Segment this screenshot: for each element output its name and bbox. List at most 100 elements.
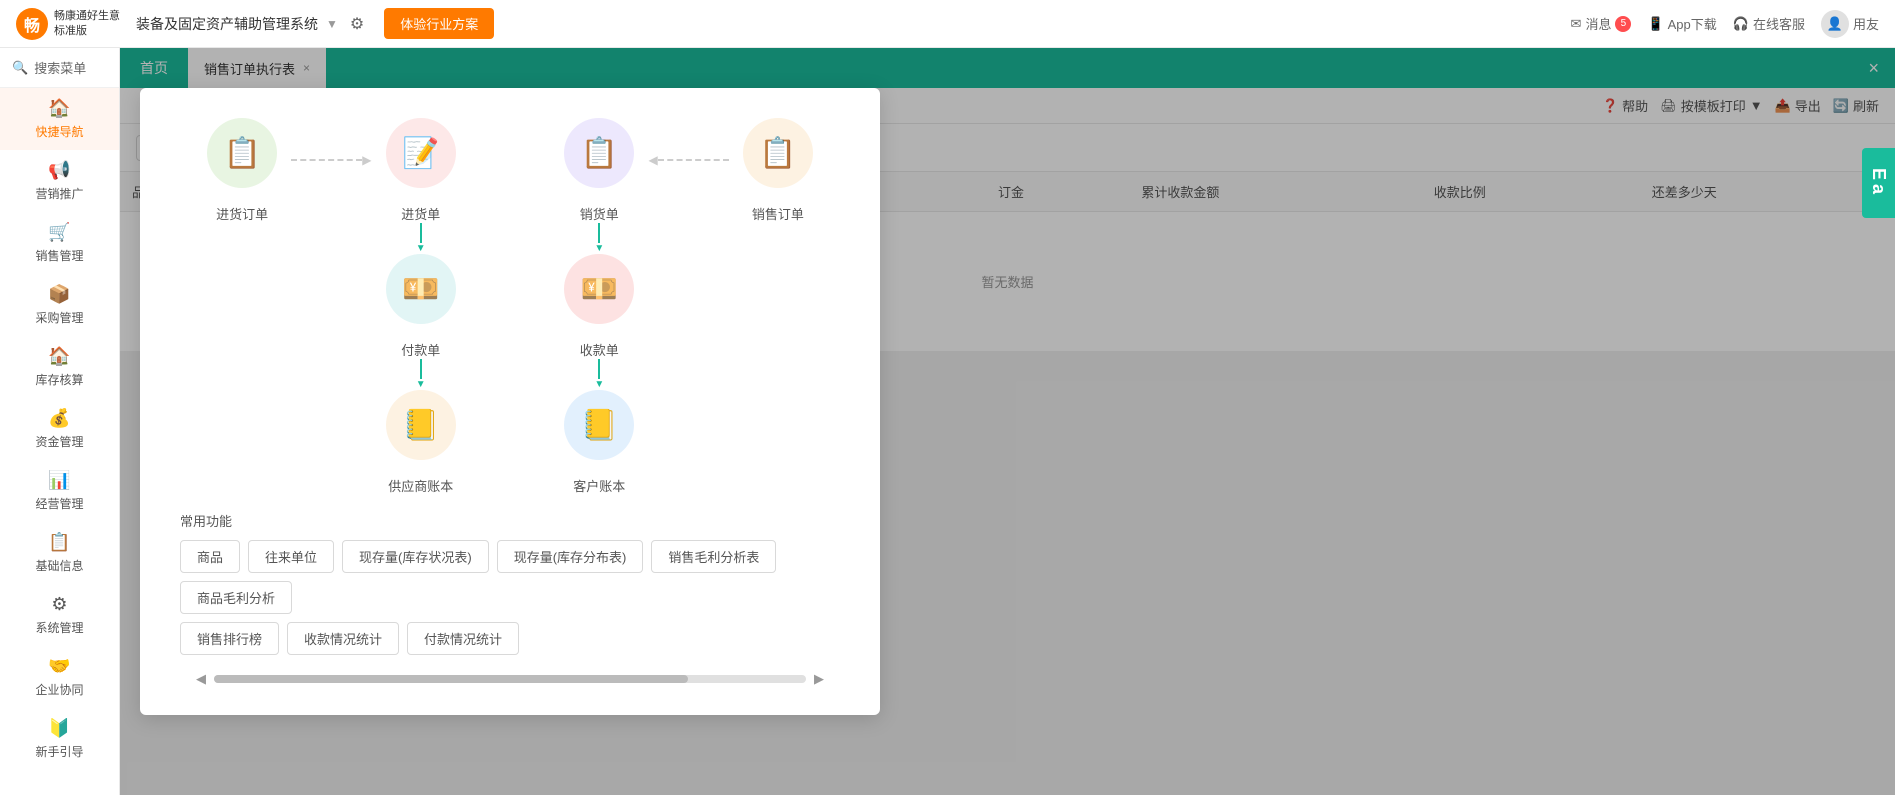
sidebar-item-purchase[interactable]: 📦 采购管理 (0, 274, 119, 336)
supplier-ledger-icon: 📒 (402, 408, 439, 443)
content-area: 首页 销售订单执行表 × × ❓ 帮助 🖨 按模板打印 ▼ 📤 导出 (120, 48, 1895, 795)
quick-nav-icon: 🏠 (48, 98, 70, 119)
system-title: 装备及固定资产辅助管理系统 (136, 14, 318, 34)
sale-bill-icon: 📋 (581, 136, 618, 171)
enterprise-icon: 🤝 (48, 656, 70, 677)
func-btn-stock-dist[interactable]: 现存量(库存分布表) (497, 540, 644, 573)
flow-node-receipt: 💴 收款单 (564, 254, 634, 359)
logo-icon: 畅 (16, 8, 48, 40)
func-btn-receipt-stats[interactable]: 收款情况统计 (287, 622, 399, 655)
sidebar-item-quick-nav[interactable]: 🏠 快捷导航 (0, 88, 119, 150)
sidebar-item-sales[interactable]: 🛒 销售管理 (0, 212, 119, 274)
purchase-order-icon: 📋 (223, 136, 260, 171)
sp3 (470, 359, 550, 390)
arrow-down-sale-bill: ▼ (564, 223, 634, 254)
sidebar-item-enterprise[interactable]: 🤝 企业协同 (0, 646, 119, 708)
receipt-icon-wrap: 💴 (564, 254, 634, 324)
basic-icon: 📋 (48, 532, 70, 553)
sidebar-item-system[interactable]: ⚙ 系统管理 (0, 584, 119, 646)
system-icon: ⚙ (51, 594, 67, 615)
marketing-icon: 📢 (48, 160, 70, 181)
avatar: 👤 (1821, 10, 1849, 38)
sale-bill-label: 销货单 (580, 204, 619, 223)
scroll-track[interactable] (214, 675, 806, 683)
sidebar-item-finance[interactable]: 💰 资金管理 (0, 398, 119, 460)
supplier-ledger-icon-wrap: 📒 (386, 390, 456, 460)
sale-order-icon: 📋 (759, 136, 796, 171)
settings-icon[interactable]: ⚙ (350, 14, 364, 34)
payment-label: 付款单 (401, 340, 440, 359)
flow-node-sale-bill: 📋 销货单 (564, 118, 634, 223)
sp5 (743, 359, 813, 390)
payment-icon-wrap: 💴 (386, 254, 456, 324)
modal-content: 📋 进货订单 ▶ 📝 (140, 88, 880, 715)
arrow-down-icon3: ▼ (416, 379, 426, 390)
purchase-bill-icon: 📝 (402, 136, 439, 171)
arrow-down-icon1: ▼ (416, 243, 426, 254)
flow-node-purchase-order: 📋 进货订单 (207, 118, 277, 223)
arrow-left-icon: ◀ (649, 153, 658, 167)
func-buttons-row2: 销售排行榜 收款情况统计 付款情况统计 (180, 622, 840, 655)
arrow-sale-order-to-bill: ◀ (649, 153, 729, 167)
logo-area: 畅 畅康通好生意 标准版 (16, 8, 136, 40)
sidebar: 🔍 搜索菜单 🏠 快捷导航 📢 营销推广 🛒 销售管理 📦 采购管理 🏠 库存核… (0, 48, 120, 795)
arrow-purchase-to-bill: ▶ (291, 153, 371, 167)
spacer1 (207, 223, 277, 254)
operation-icon: 📊 (48, 470, 70, 491)
newbie-icon: 🔰 (48, 718, 70, 739)
common-functions: 常用功能 商品 往来单位 现存量(库存状况表) 现存量(库存分布表) 销售毛利分… (180, 511, 840, 655)
spacer2 (291, 223, 371, 254)
online-service-btn[interactable]: 🎧 在线客服 (1733, 14, 1805, 33)
customer-ledger-icon: 📒 (581, 408, 618, 443)
arrow-down-payment: ▼ (386, 359, 456, 390)
purchase-order-icon-wrap: 📋 (207, 118, 277, 188)
func-btn-stock-status[interactable]: 现存量(库存状况表) (342, 540, 489, 573)
arrow-down-icon4: ▼ (594, 379, 604, 390)
arrow-right-icon: ▶ (362, 153, 371, 167)
func-btn-product[interactable]: 商品 (180, 540, 240, 573)
payment-icon: 💴 (402, 272, 439, 307)
purchase-order-label: 进货订单 (216, 204, 268, 223)
sale-bill-icon-wrap: 📋 (564, 118, 634, 188)
sale-order-label: 销售订单 (752, 204, 804, 223)
func-btn-gross-profit-analysis[interactable]: 销售毛利分析表 (651, 540, 776, 573)
system-title-area: 装备及固定资产辅助管理系统 ▼ ⚙ 体验行业方案 (136, 8, 1571, 39)
spacer5 (743, 223, 813, 254)
func-btn-product-profit[interactable]: 商品毛利分析 (180, 581, 292, 614)
scroll-right-btn[interactable]: ▶ (814, 671, 824, 687)
header-right: ✉ 消息 5 📱 App下载 🎧 在线客服 👤 用友 (1571, 10, 1879, 38)
app-download-btn[interactable]: 📱 App下载 (1647, 14, 1716, 33)
sidebar-item-operation[interactable]: 📊 经营管理 (0, 460, 119, 522)
spacer3 (470, 223, 550, 254)
modal: 📋 进货订单 ▶ 📝 (140, 88, 880, 715)
sidebar-item-marketing[interactable]: 📢 营销推广 (0, 150, 119, 212)
message-btn[interactable]: ✉ 消息 5 (1571, 14, 1632, 33)
func-btn-payment-stats[interactable]: 付款情况统计 (407, 622, 519, 655)
flow-node-payment: 💴 付款单 (386, 254, 456, 359)
sidebar-item-inventory[interactable]: 🏠 库存核算 (0, 336, 119, 398)
modal-overlay[interactable]: 📋 进货订单 ▶ 📝 (120, 48, 1895, 795)
arrow-down-receipt: ▼ (564, 359, 634, 390)
dropdown-arrow-icon[interactable]: ▼ (326, 17, 338, 31)
user-menu-btn[interactable]: 👤 用友 (1821, 10, 1879, 38)
scroll-thumb (214, 675, 688, 683)
func-btn-sales-ranking[interactable]: 销售排行榜 (180, 622, 279, 655)
flow-node-supplier-ledger: 📒 供应商账本 (386, 390, 456, 495)
purchase-bill-label: 进货单 (401, 204, 440, 223)
phone-icon: 📱 (1647, 16, 1663, 32)
scroll-left-btn[interactable]: ◀ (196, 671, 206, 687)
purchase-bill-icon-wrap: 📝 (386, 118, 456, 188)
arrow-down-icon2: ▼ (594, 243, 604, 254)
finance-icon: 💰 (48, 408, 70, 429)
inventory-icon: 🏠 (48, 346, 70, 367)
sidebar-item-newbie[interactable]: 🔰 新手引导 (0, 708, 119, 770)
purchase-icon: 📦 (48, 284, 70, 305)
experience-btn[interactable]: 体验行业方案 (384, 8, 494, 39)
sidebar-item-basic[interactable]: 📋 基础信息 (0, 522, 119, 584)
sp4 (649, 359, 729, 390)
search-menu-btn[interactable]: 🔍 搜索菜单 (0, 48, 119, 88)
receipt-label: 收款单 (580, 340, 619, 359)
func-btn-partner[interactable]: 往来单位 (248, 540, 334, 573)
supplier-ledger-label: 供应商账本 (388, 476, 453, 495)
search-icon: 🔍 (12, 60, 28, 76)
